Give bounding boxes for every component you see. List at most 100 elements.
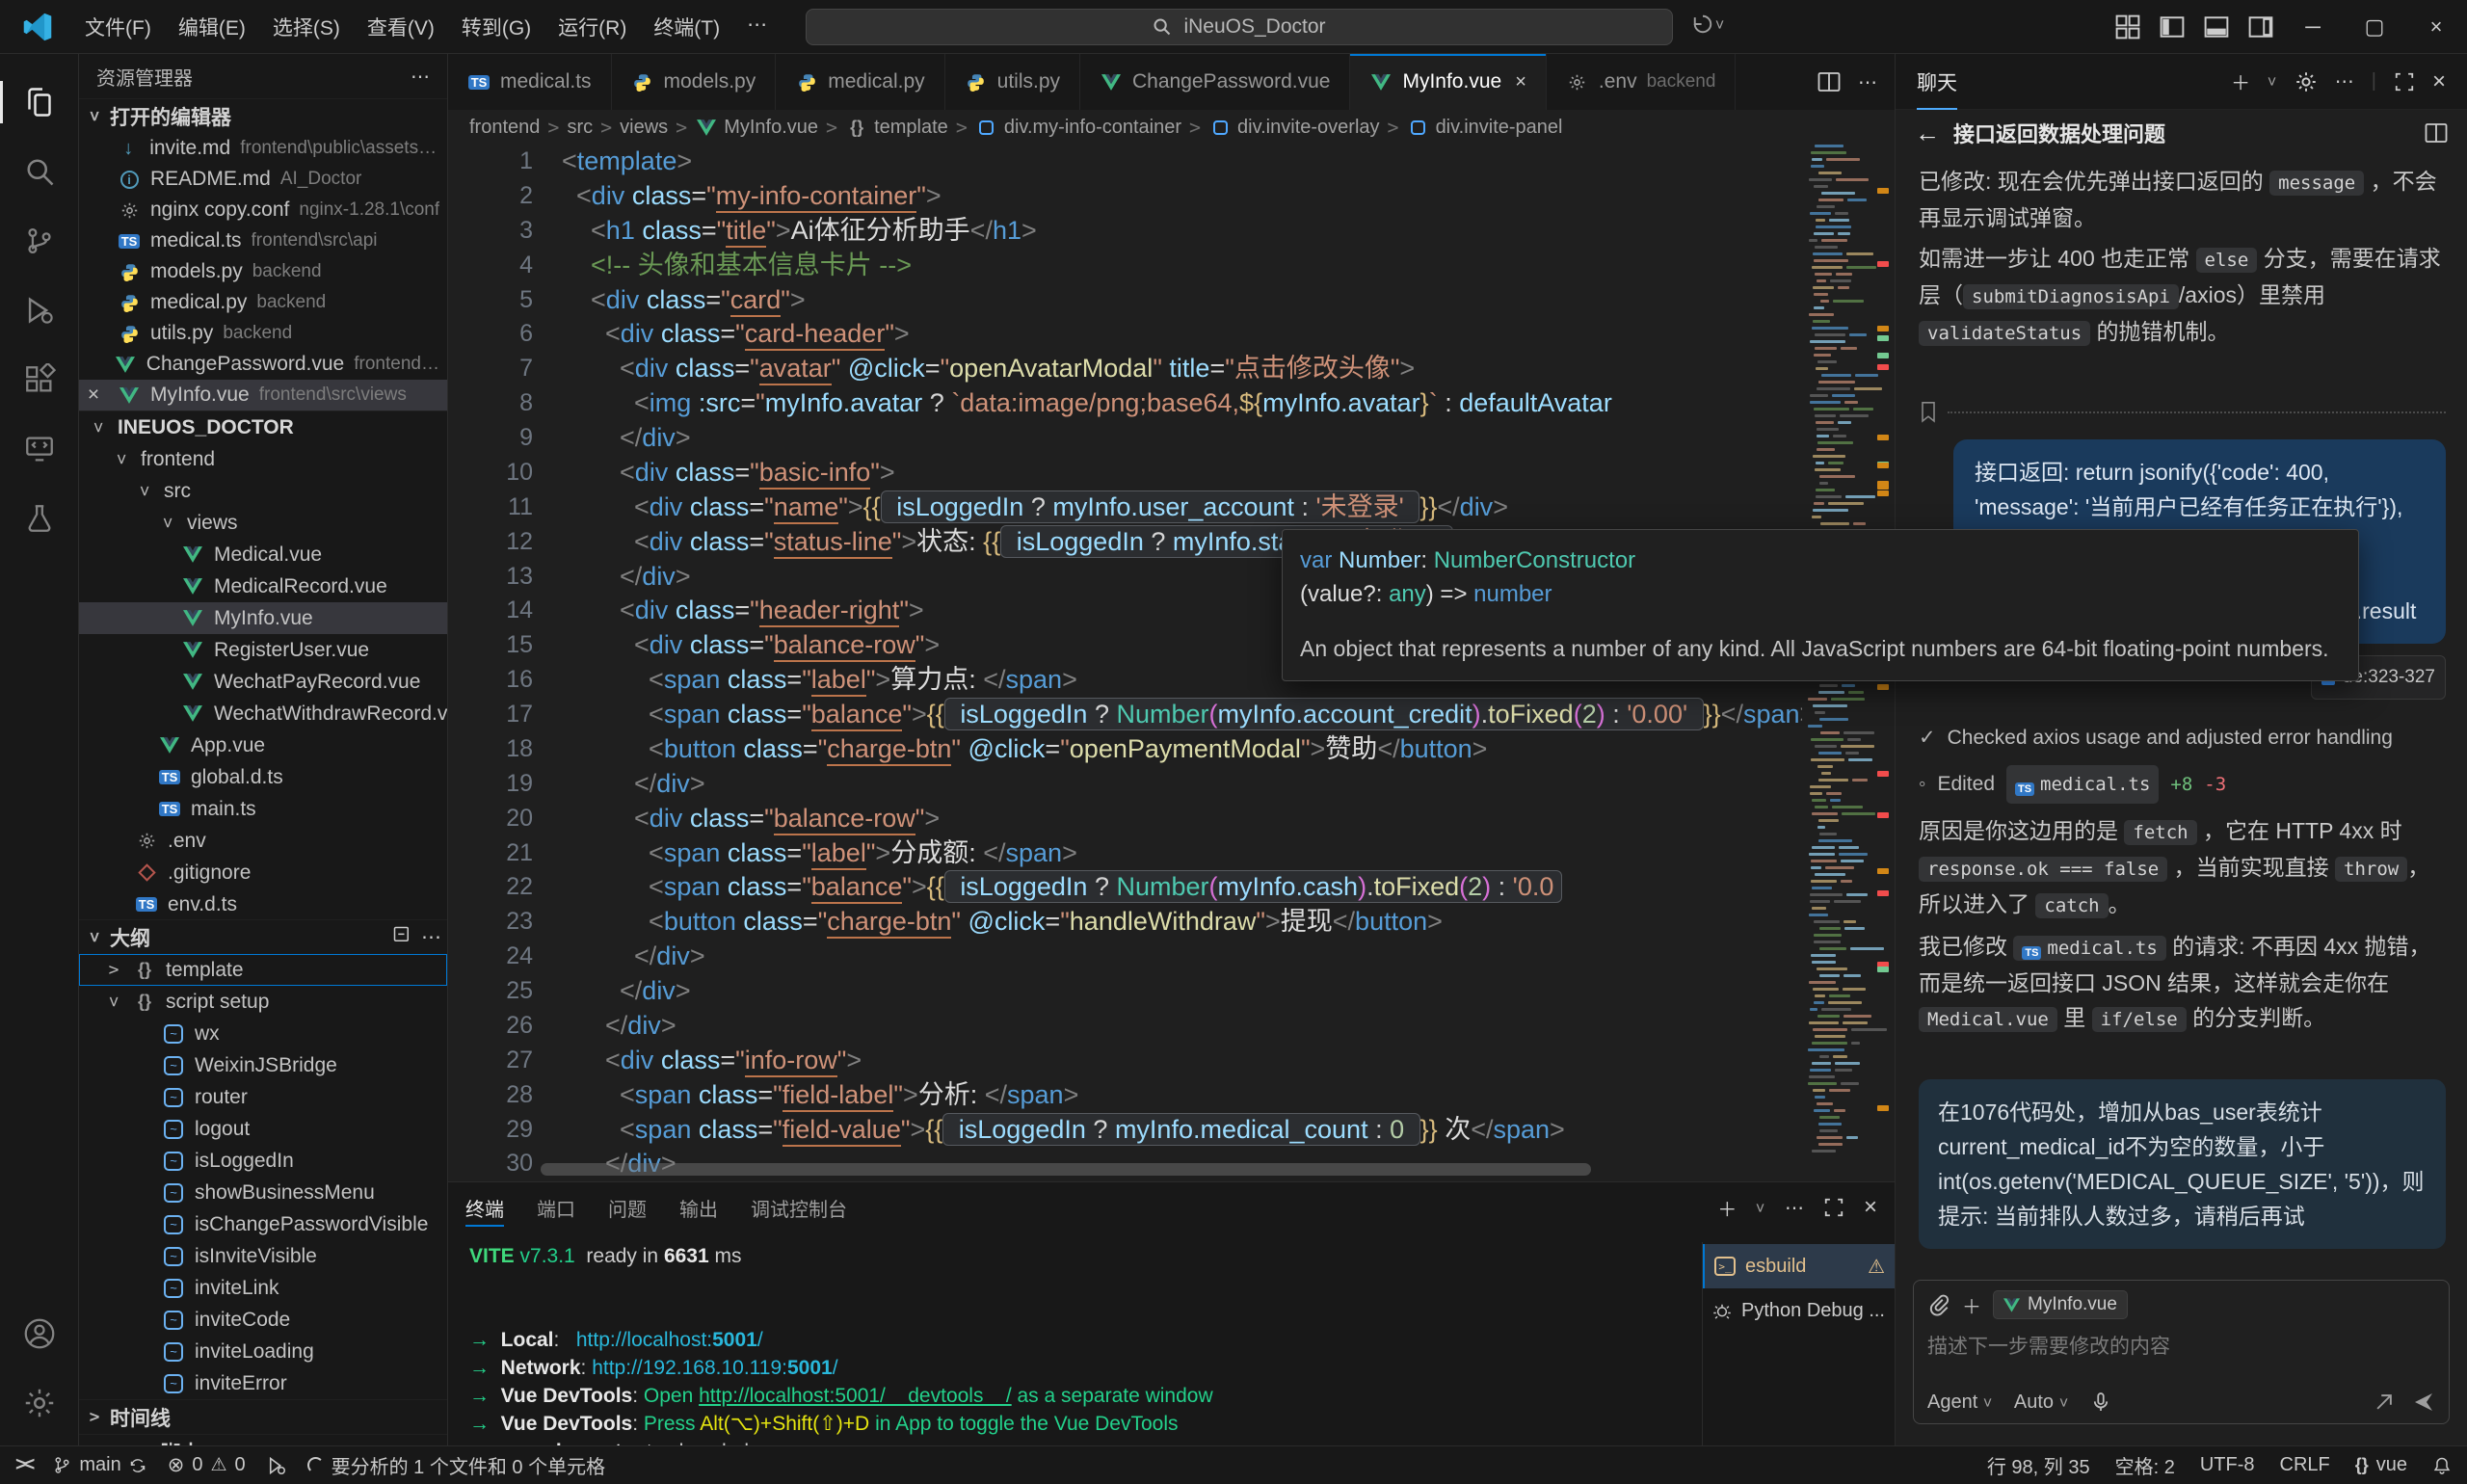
tree-item[interactable]: >INEUOS_DOCTOR (79, 411, 447, 443)
outline-item[interactable]: >{}template (79, 954, 447, 986)
outline-item[interactable]: ~inviteLoading (79, 1336, 447, 1367)
attach-context-icon[interactable] (1927, 1293, 1950, 1316)
indentation-status[interactable]: 空格: 2 (2115, 1451, 2175, 1479)
close-panel-icon[interactable]: × (1864, 1194, 1877, 1221)
activity-debug-icon[interactable] (0, 276, 79, 345)
tree-item[interactable]: App.vue (79, 729, 447, 761)
horizontal-scrollbar[interactable] (541, 1163, 1591, 1176)
chat-input-box[interactable]: ＋ MyInfo.vue 描述下一步需要修改的内容 Agent> Auto> (1913, 1280, 2450, 1424)
agent-mode-dropdown[interactable]: Agent> (1927, 1391, 1993, 1414)
new-terminal-icon[interactable]: ＋ (1717, 1194, 1737, 1222)
notifications-bell-icon[interactable] (2432, 1456, 2452, 1475)
inline-code-chip[interactable]: response.ok === false (1919, 857, 2167, 882)
minimize-button[interactable]: ─ (2282, 0, 2344, 53)
toggle-panel-icon[interactable] (2201, 12, 2232, 42)
outline-item[interactable]: ~WeixinJSBridge (79, 1049, 447, 1081)
cursor-position-status[interactable]: 行 98, 列 35 (1987, 1451, 2090, 1479)
eol-status[interactable]: CRLF (2280, 1454, 2330, 1476)
close-window-button[interactable]: × (2405, 0, 2467, 53)
tree-item[interactable]: .gitignore (79, 857, 447, 888)
git-branch-status[interactable]: main (53, 1454, 146, 1476)
chat-maximize-icon[interactable] (2394, 71, 2415, 93)
timeline-header[interactable]: >时间线 (79, 1399, 447, 1434)
outline-item[interactable]: ~isChangePasswordVisible (79, 1208, 447, 1240)
inline-code-chip[interactable]: else (2196, 248, 2258, 273)
open-editors-header[interactable]: > 打开的编辑器 (79, 98, 447, 133)
breadcrumb-item[interactable]: div.invite-overlay (1208, 116, 1379, 139)
open-editor-item[interactable]: ×MyInfo.vuefrontend\src\views (79, 380, 447, 411)
chat-more-icon[interactable]: ⋯ (2335, 69, 2354, 93)
collapse-all-icon[interactable] (392, 925, 411, 944)
explorer-more-actions-icon[interactable]: ⋯ (411, 65, 430, 89)
chat-back-icon[interactable]: ← (1915, 119, 1940, 148)
close-tab-icon[interactable]: × (1515, 71, 1526, 93)
chat-close-icon[interactable]: × (2432, 68, 2446, 95)
menu-item[interactable]: 查看(V) (354, 7, 448, 47)
npm-scripts-header[interactable]: >NPM 脚本 (79, 1434, 447, 1445)
menu-item[interactable]: ⋯ (733, 7, 781, 47)
analysis-task-status[interactable]: 要分析的 1 个文件和 0 个单元格 (307, 1451, 605, 1479)
chat-input-placeholder[interactable]: 描述下一步需要修改的内容 (1927, 1331, 2435, 1360)
panel-tab-调试控制台[interactable]: 调试控制台 (751, 1182, 847, 1232)
activity-search-icon[interactable] (0, 137, 79, 206)
context-file-chip[interactable]: MyInfo.vue (1993, 1290, 2128, 1319)
inline-code-chip[interactable]: fetch (2124, 820, 2196, 845)
file-reference-chip[interactable]: TSmedical.ts (2006, 765, 2159, 804)
editor-tab-ChangePassword.vue[interactable]: ChangePassword.vue (1080, 54, 1350, 110)
outline-item[interactable]: ~inviteCode (79, 1304, 447, 1336)
debug-status-icon[interactable] (267, 1456, 286, 1475)
panel-more-icon[interactable]: ⋯ (1785, 1196, 1804, 1220)
outline-item[interactable]: ~inviteLink (79, 1272, 447, 1304)
editor-tab-medical.py[interactable]: medical.py (776, 54, 944, 110)
outline-item[interactable]: ~inviteError (79, 1367, 447, 1399)
inline-code-chip[interactable]: message (2269, 171, 2364, 196)
problems-status[interactable]: ⊗0 ⚠0 (168, 1453, 246, 1477)
outline-item[interactable]: ~isInviteVisible (79, 1240, 447, 1272)
outline-item[interactable]: >{}script setup (79, 986, 447, 1018)
maximize-button[interactable]: ▢ (2344, 0, 2405, 53)
editor-tab-utils.py[interactable]: utils.py (945, 54, 1080, 110)
inline-code-chip[interactable]: validateStatus (1919, 321, 2090, 346)
voice-mic-icon[interactable] (2090, 1391, 2111, 1413)
chat-settings-gear-icon[interactable] (2295, 70, 2318, 93)
breadcrumb-item[interactable]: div.invite-panel (1407, 116, 1563, 139)
close-editor-icon[interactable]: × (79, 384, 108, 407)
editor-tab-.env[interactable]: .envbackend (1547, 54, 1737, 110)
chat-tab[interactable]: 聊天 (1917, 54, 1957, 110)
file-reference-chip[interactable]: TSmedical.ts (2013, 936, 2165, 961)
menu-item[interactable]: 运行(R) (544, 7, 640, 47)
encoding-status[interactable]: UTF-8 (2200, 1454, 2255, 1476)
activity-settings-icon[interactable] (0, 1368, 79, 1438)
tree-item[interactable]: .env (79, 825, 447, 857)
inline-code-chip[interactable]: submitDiagnosisApi (1963, 284, 2179, 309)
editor-tab-MyInfo.vue[interactable]: MyInfo.vue× (1350, 54, 1546, 110)
activity-extensions-icon[interactable] (0, 345, 79, 414)
breadcrumb-item[interactable]: {}template (845, 116, 948, 139)
send-button[interactable] (2412, 1391, 2435, 1414)
search-history-icon[interactable]: > (1692, 13, 1725, 35)
activity-remote-icon[interactable] (0, 414, 79, 484)
activity-account-icon[interactable] (0, 1299, 79, 1368)
terminal-dropdown-icon[interactable]: > (1752, 1203, 1770, 1212)
open-editor-item[interactable]: ↓invite.mdfrontend\public\assets\file (79, 133, 447, 164)
split-editor-icon[interactable] (1817, 70, 1841, 93)
outline-item[interactable]: ~isLoggedIn (79, 1145, 447, 1177)
tree-item[interactable]: Medical.vue (79, 539, 447, 570)
tree-item[interactable]: WechatPayRecord.vue (79, 666, 447, 698)
editor-grid-layout-icon[interactable] (2112, 12, 2143, 42)
panel-tab-输出[interactable]: 输出 (679, 1182, 718, 1232)
tree-item[interactable]: MyInfo.vue (79, 602, 447, 634)
terminal-output[interactable]: VITE v7.3.1 ready in 6631 ms → Local: ht… (469, 1242, 1692, 1445)
outline-header[interactable]: > 大纲 ⋯ (79, 919, 447, 954)
tree-item[interactable]: TSmain.ts (79, 793, 447, 825)
activity-testing-icon[interactable] (0, 484, 79, 553)
tree-item[interactable]: RegisterUser.vue (79, 634, 447, 666)
panel-tab-端口[interactable]: 端口 (537, 1182, 575, 1232)
open-chat-in-editor-icon[interactable] (2425, 121, 2448, 145)
send-to-new-editor-icon[interactable] (2374, 1391, 2395, 1413)
open-editor-item[interactable]: models.pybackend (79, 256, 447, 287)
activity-files-icon[interactable] (0, 67, 79, 137)
tree-item[interactable]: TSenv.d.ts (79, 888, 447, 919)
breadcrumb-item[interactable]: MyInfo.vue (695, 116, 818, 139)
inline-code-chip[interactable]: throw (2335, 857, 2407, 882)
